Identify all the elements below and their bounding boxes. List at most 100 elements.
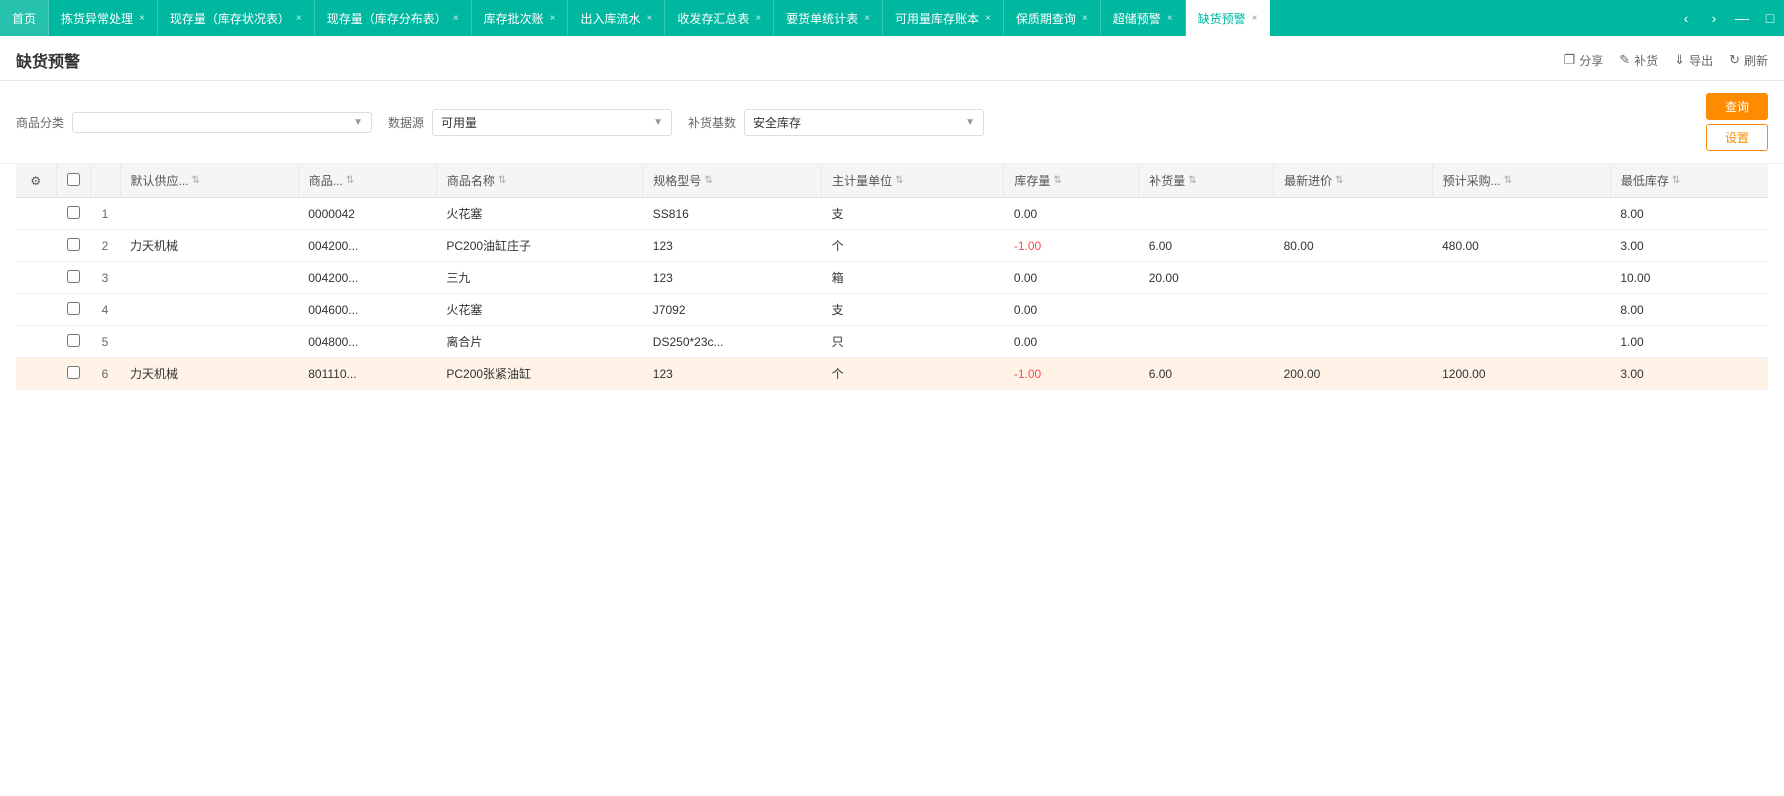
row-product-name: 火花塞 [436, 294, 642, 326]
tab-home[interactable]: 首页 [0, 0, 49, 36]
refresh-button[interactable]: ↻ 刷新 [1729, 52, 1768, 69]
th-product-name[interactable]: 商品名称 ⇅ [436, 164, 642, 198]
row-stock: -1.00 [1004, 230, 1139, 262]
tab-picking-exception[interactable]: 拣货异常处理 × [49, 0, 158, 36]
row-estimated-purchase [1432, 294, 1610, 326]
row-gear-cell [16, 326, 56, 358]
row-product-code: 004600... [298, 294, 436, 326]
select-all-checkbox[interactable] [67, 173, 80, 186]
sort-icon: ⇅ [1188, 175, 1196, 186]
row-default-supplier [120, 262, 298, 294]
tab-close-icon[interactable]: × [755, 13, 761, 24]
tab-label: 缺货预警 [1198, 10, 1246, 27]
tab-label: 现存量（库存分布表） [327, 10, 447, 27]
tab-close-icon[interactable]: × [1167, 13, 1173, 24]
row-unit: 支 [822, 198, 1004, 230]
row-checkbox[interactable] [67, 366, 80, 379]
replenish-button[interactable]: ✎ 补货 [1619, 52, 1658, 69]
tab-close-icon[interactable]: × [985, 13, 991, 24]
tab-next-button[interactable]: › [1700, 0, 1728, 36]
tab-overstock-warning[interactable]: 超储预警 × [1101, 0, 1186, 36]
replenish-basis-dropdown-arrow: ▼ [965, 117, 975, 128]
th-gear[interactable]: ⚙ [16, 164, 56, 198]
row-estimated-purchase: 1200.00 [1432, 358, 1610, 390]
th-default-supplier[interactable]: 默认供应... ⇅ [120, 164, 298, 198]
tab-bar: 首页 拣货异常处理 × 现存量（库存状况表） × 现存量（库存分布表） × 库存… [0, 0, 1784, 36]
row-estimated-purchase [1432, 262, 1610, 294]
tab-close-icon[interactable]: × [296, 13, 302, 24]
row-latest-price [1274, 294, 1433, 326]
tab-nav-controls: ‹ › ― □ [1672, 0, 1784, 36]
row-checkbox-cell[interactable] [56, 262, 90, 294]
row-spec: 123 [643, 262, 822, 294]
row-checkbox[interactable] [67, 206, 80, 219]
row-checkbox[interactable] [67, 302, 80, 315]
row-checkbox[interactable] [67, 238, 80, 251]
row-checkbox-cell[interactable] [56, 230, 90, 262]
main-content: 缺货预警 ❐ 分享 ✎ 补货 ⇓ 导出 ↻ 刷新 商品分类 [0, 36, 1784, 796]
export-button[interactable]: ⇓ 导出 [1674, 52, 1713, 69]
tab-receipt-summary[interactable]: 收发存汇总表 × [665, 0, 774, 36]
row-checkbox[interactable] [67, 334, 80, 347]
tab-close-icon[interactable]: × [550, 13, 556, 24]
row-default-supplier: 力天机械 [120, 358, 298, 390]
datasource-label: 数据源 [388, 114, 424, 131]
th-estimated-purchase[interactable]: 预计采购... ⇅ [1432, 164, 1610, 198]
th-spec[interactable]: 规格型号 ⇅ [643, 164, 822, 198]
th-stock[interactable]: 库存量 ⇅ [1004, 164, 1139, 198]
th-min-stock[interactable]: 最低库存 ⇅ [1610, 164, 1768, 198]
tab-stockout-warning[interactable]: 缺货预警 × [1186, 0, 1271, 36]
replenish-icon: ✎ [1619, 52, 1630, 68]
tab-current-stock-status[interactable]: 现存量（库存状况表） × [158, 0, 315, 36]
settings-button[interactable]: 设置 [1706, 124, 1768, 151]
replenish-basis-select[interactable]: 安全库存 ▼ [744, 109, 984, 136]
category-select[interactable]: ▼ [72, 112, 372, 133]
row-replenish-qty [1139, 294, 1274, 326]
row-checkbox-cell[interactable] [56, 358, 90, 390]
query-button[interactable]: 查询 [1706, 93, 1768, 120]
row-checkbox-cell[interactable] [56, 326, 90, 358]
tab-current-stock-dist[interactable]: 现存量（库存分布表） × [315, 0, 472, 36]
tab-label: 收发存汇总表 [677, 10, 749, 27]
tab-inout-flow[interactable]: 出入库流水 × [568, 0, 665, 36]
th-checkbox [56, 164, 90, 198]
row-replenish-qty: 6.00 [1139, 358, 1274, 390]
tab-close-icon[interactable]: × [1252, 13, 1258, 24]
row-product-name: 离合片 [436, 326, 642, 358]
tab-order-stats[interactable]: 要货单统计表 × [774, 0, 883, 36]
row-product-code: 004200... [298, 230, 436, 262]
row-checkbox[interactable] [67, 270, 80, 283]
th-product-code[interactable]: 商品... ⇅ [298, 164, 436, 198]
row-checkbox-cell[interactable] [56, 198, 90, 230]
row-checkbox-cell[interactable] [56, 294, 90, 326]
row-latest-price [1274, 198, 1433, 230]
th-latest-price[interactable]: 最新进价 ⇅ [1274, 164, 1433, 198]
sort-icon: ⇅ [498, 175, 506, 186]
tab-close-icon[interactable]: × [453, 13, 459, 24]
page-header: 缺货预警 ❐ 分享 ✎ 补货 ⇓ 导出 ↻ 刷新 [0, 36, 1784, 81]
share-button[interactable]: ❐ 分享 [1564, 52, 1604, 69]
tab-stock-batch[interactable]: 库存批次账 × [472, 0, 569, 36]
tab-available-ledger[interactable]: 可用量库存账本 × [883, 0, 1004, 36]
sort-icon: ⇅ [1672, 175, 1680, 186]
datasource-value: 可用量 [441, 114, 477, 131]
th-unit[interactable]: 主计量单位 ⇅ [822, 164, 1004, 198]
tab-expiry-query[interactable]: 保质期查询 × [1004, 0, 1101, 36]
table-row: 5 004800... 离合片 DS250*23c... 只 0.00 1.00 [16, 326, 1768, 358]
tab-close-icon[interactable]: × [139, 13, 145, 24]
tab-label: 库存批次账 [484, 10, 544, 27]
tab-label: 可用量库存账本 [895, 10, 979, 27]
datasource-select[interactable]: 可用量 ▼ [432, 109, 672, 136]
table-header-row: ⚙ 默认供应... ⇅ 商品.. [16, 164, 1768, 198]
tab-close-icon[interactable]: × [1082, 13, 1088, 24]
row-number: 6 [90, 358, 120, 390]
tab-close-icon[interactable]: × [646, 13, 652, 24]
category-filter-group: 商品分类 ▼ [16, 112, 372, 133]
tab-minimize-button[interactable]: ― [1728, 0, 1756, 36]
tab-close-icon[interactable]: × [864, 13, 870, 24]
row-gear-cell [16, 230, 56, 262]
tab-prev-button[interactable]: ‹ [1672, 0, 1700, 36]
sort-icon: ⇅ [192, 175, 200, 186]
th-replenish-qty[interactable]: 补货量 ⇅ [1139, 164, 1274, 198]
tab-maximize-button[interactable]: □ [1756, 0, 1784, 36]
